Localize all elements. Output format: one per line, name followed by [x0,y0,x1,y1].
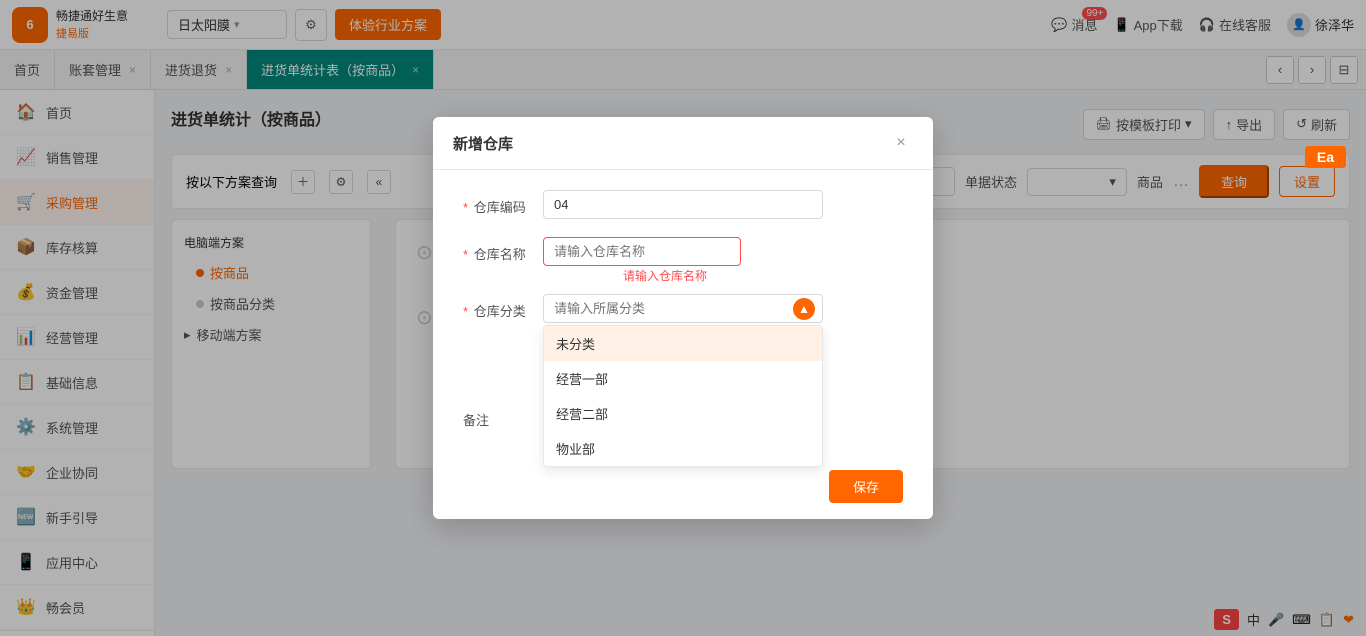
code-label: * 仓库编码 [463,190,543,216]
save-button[interactable]: 保存 [829,470,903,503]
name-input[interactable] [543,237,741,266]
dropdown-item-dept3[interactable]: 物业部 [544,431,822,466]
modal-close-button[interactable]: × [889,131,913,155]
dropdown-item-unclassified[interactable]: 未分类 [544,326,822,361]
modal-body: * 仓库编码 * 仓库名称 请输入仓库名称 * [433,170,933,460]
name-error-msg: 请输入仓库名称 [623,267,707,284]
modal-overlay: 新增仓库 × * 仓库编码 * 仓库名称 请输入仓库名称 [0,0,1366,636]
code-input[interactable] [543,190,823,219]
modal-footer: 保存 [433,460,933,519]
modal-title: 新增仓库 [453,133,513,154]
dropdown-toggle-btn[interactable]: ▲ [793,298,815,320]
ea-badge: Ea [1305,146,1346,168]
form-row-name: * 仓库名称 请输入仓库名称 [463,237,903,266]
category-label: * 仓库分类 [463,294,543,320]
ea-section: Ea [1305,146,1346,168]
dropdown-list: 未分类 经营一部 经营二部 物业部 [543,325,823,467]
form-row-category: * 仓库分类 ▲ 未分类 经营一部 经营二部 物业部 [463,294,903,323]
dropdown-item-dept2[interactable]: 经营二部 [544,396,822,431]
modal-dialog: 新增仓库 × * 仓库编码 * 仓库名称 请输入仓库名称 [433,117,933,519]
modal-header: 新增仓库 × [433,117,933,170]
category-input[interactable] [543,294,823,323]
form-row-code: * 仓库编码 [463,190,903,219]
remark-label: 备注 [463,403,543,429]
dropdown-item-dept1[interactable]: 经营一部 [544,361,822,396]
category-dropdown[interactable]: ▲ 未分类 经营一部 经营二部 物业部 [543,294,823,323]
name-label: * 仓库名称 [463,237,543,263]
